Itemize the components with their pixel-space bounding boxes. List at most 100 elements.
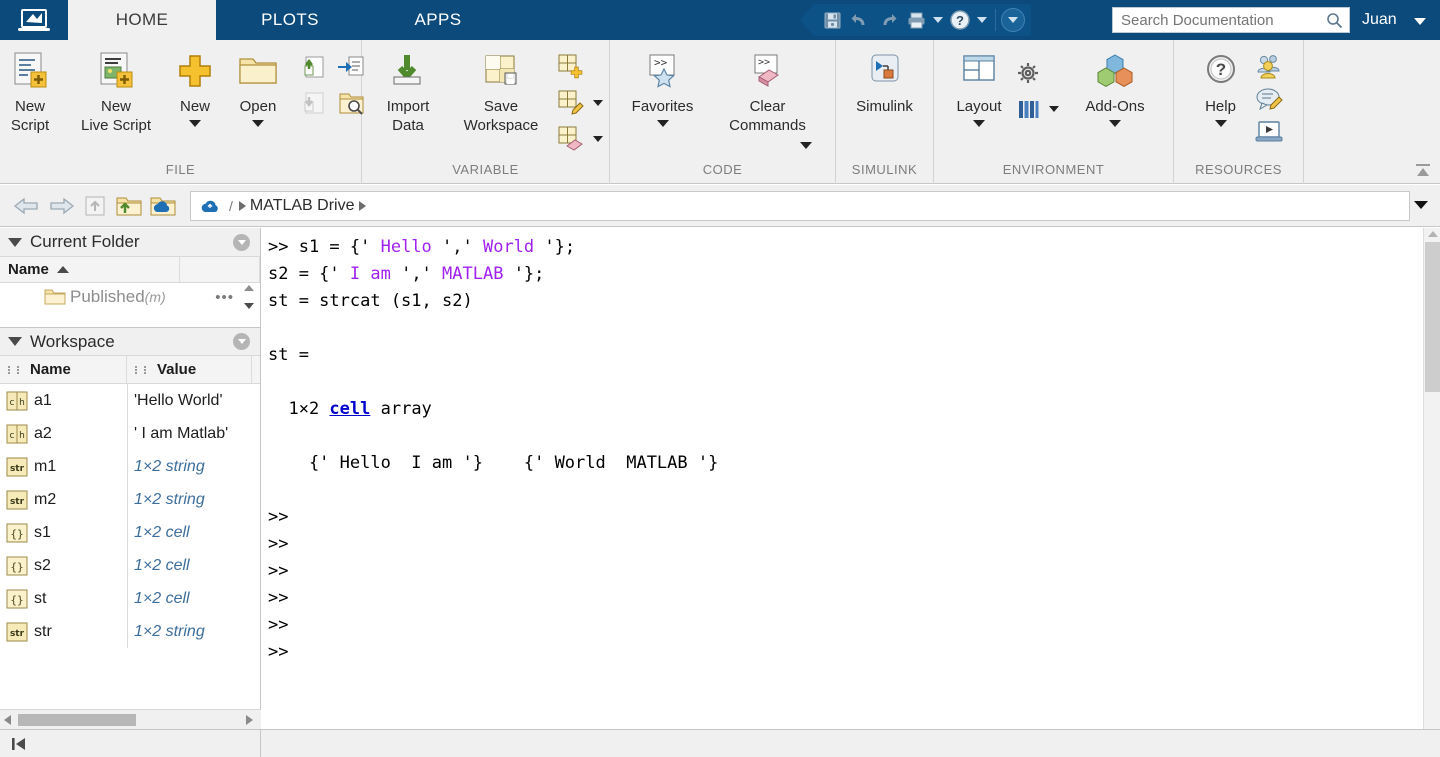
upload-file-icon[interactable] (294, 51, 330, 83)
back-arrow-icon[interactable] (10, 191, 44, 221)
simulink-button[interactable]: Simulink (840, 48, 930, 116)
command-window-vertical-scrollbar[interactable] (1423, 228, 1440, 729)
step-back-icon[interactable] (10, 736, 28, 752)
clear-workspace-icon[interactable] (554, 123, 590, 155)
forward-arrow-icon[interactable] (44, 191, 78, 221)
current-folder-options-icon[interactable] (233, 233, 250, 251)
help-chevron-down-icon[interactable] (1214, 120, 1227, 127)
table-row[interactable]: str m2 1×2 string (0, 483, 260, 516)
preferences-gear-icon[interactable] (1010, 57, 1046, 89)
workspace-column-value[interactable]: Value (127, 355, 252, 384)
table-row[interactable]: {} s1 1×2 cell (0, 516, 260, 549)
sort-ascending-icon[interactable] (56, 266, 69, 273)
favorites-button[interactable]: >> Favorites (618, 48, 708, 127)
workspace-panel-header[interactable]: Workspace (0, 327, 260, 356)
current-folder-column-name[interactable]: Name (0, 256, 180, 283)
open-variable-icon[interactable] (554, 87, 590, 119)
command-window-text[interactable]: >> s1 = {' Hello ',' World '}; s2 = {' I … (268, 234, 1418, 666)
go-up-folder-icon[interactable] (78, 191, 112, 221)
scrollbar-thumb[interactable] (18, 713, 136, 726)
clear-commands-chevron-down-icon[interactable] (800, 142, 812, 149)
more-options-icon[interactable]: ••• (215, 289, 234, 306)
add-ons-chevron-down-icon[interactable] (1109, 120, 1121, 127)
new-live-script-button[interactable]: New Live Script (68, 48, 164, 135)
favorites-chevron-down-icon[interactable] (656, 120, 669, 127)
table-row[interactable]: {} st 1×2 cell (0, 582, 260, 615)
new-variable-icon[interactable] (554, 51, 590, 83)
search-input[interactable] (1121, 11, 1326, 29)
help-icon[interactable]: ? (946, 7, 974, 33)
layout-button[interactable]: Layout (948, 48, 1010, 127)
new-live-script-label-line1: New (100, 98, 131, 115)
search-documentation-box[interactable] (1112, 7, 1350, 33)
current-folder-spinner[interactable] (242, 285, 256, 309)
table-row[interactable]: c h a2 ' I am Matlab' (0, 417, 260, 450)
current-folder-collapse-icon[interactable] (8, 237, 22, 247)
undo-icon[interactable] (846, 7, 874, 33)
table-row[interactable]: str str 1×2 string (0, 615, 260, 648)
breadcrumb-item-matlab-drive[interactable]: MATLAB Drive (250, 197, 355, 215)
community-icon[interactable] (1251, 50, 1287, 82)
open-button[interactable]: Open (226, 48, 290, 127)
scroll-left-icon[interactable] (0, 714, 16, 725)
table-row[interactable]: c h a1 'Hello World' (0, 384, 260, 417)
command-window[interactable]: >> s1 = {' Hello ',' World '}; s2 = {' I … (262, 228, 1440, 729)
set-path-icon[interactable] (1010, 93, 1046, 125)
print-options-caret-icon[interactable] (930, 7, 946, 33)
breadcrumb-root[interactable]: / (227, 198, 235, 214)
user-name-label[interactable]: Juan (1362, 11, 1397, 29)
workspace-column-name[interactable]: Name (0, 355, 127, 384)
learn-matlab-icon[interactable] (1251, 116, 1287, 148)
current-folder-panel-header[interactable]: Current Folder (0, 228, 260, 257)
scroll-right-icon[interactable] (241, 714, 257, 725)
new-script-label-line2: Script (10, 117, 50, 134)
code-text: >> s1 = {' (268, 237, 371, 257)
scroll-up-icon[interactable] (1428, 231, 1438, 237)
save-icon[interactable] (818, 7, 846, 33)
workspace-collapse-icon[interactable] (8, 337, 22, 346)
open-chevron-down-icon[interactable] (252, 120, 264, 127)
spinner-up-icon[interactable] (244, 285, 254, 291)
clear-workspace-chevron-down-icon[interactable] (593, 135, 603, 142)
layout-chevron-down-icon[interactable] (973, 120, 985, 127)
scrollbar-thumb-vertical[interactable] (1425, 242, 1440, 392)
tab-plots[interactable]: PLOTS (216, 0, 364, 40)
help-options-caret-icon[interactable] (974, 7, 990, 33)
svg-text:{}: {} (10, 560, 23, 573)
browse-folder-icon[interactable] (112, 191, 146, 221)
status-bar-left (0, 729, 261, 757)
breadcrumb[interactable]: / MATLAB Drive (190, 190, 1410, 221)
table-row[interactable]: {} s2 1×2 cell (0, 549, 260, 582)
tab-home[interactable]: HOME (68, 0, 216, 40)
svg-text:>>: >> (758, 57, 770, 68)
redo-icon[interactable] (874, 7, 902, 33)
breadcrumb-chevron-right-icon-0[interactable] (238, 200, 246, 211)
address-bar-chevron-down-icon[interactable] (1414, 201, 1428, 209)
list-item[interactable]: Published (m) ••• (0, 283, 260, 311)
cell-doc-link[interactable]: cell (329, 399, 370, 419)
matlab-drive-folder-icon[interactable] (146, 191, 180, 221)
add-ons-button[interactable]: Add-Ons (1071, 48, 1159, 127)
tab-apps[interactable]: APPS (364, 0, 512, 40)
new-script-button[interactable]: New Script (0, 48, 68, 135)
request-support-icon[interactable] (1251, 83, 1287, 115)
matlab-logo-icon[interactable] (0, 0, 68, 40)
clear-commands-button[interactable]: >> Clear Commands (708, 48, 828, 149)
save-workspace-button[interactable]: Save Workspace (448, 48, 554, 135)
import-data-button[interactable]: Import Data (368, 48, 448, 135)
table-row[interactable]: str m1 1×2 string (0, 450, 260, 483)
spinner-down-icon[interactable] (244, 303, 254, 309)
open-variable-chevron-down-icon[interactable] (593, 99, 603, 106)
workspace-horizontal-scrollbar[interactable] (0, 709, 261, 729)
new-button[interactable]: New (164, 48, 226, 127)
workspace-options-icon[interactable] (233, 333, 250, 350)
user-menu-chevron-down-icon[interactable] (1414, 18, 1426, 25)
ribbon-collapse-icon[interactable] (1412, 161, 1434, 179)
breadcrumb-chevron-right-icon-1[interactable] (358, 200, 366, 211)
print-icon[interactable] (902, 7, 930, 33)
quick-access-overflow-icon[interactable] (1001, 8, 1025, 32)
help-button[interactable]: ? Help (1191, 48, 1251, 127)
download-file-icon[interactable] (294, 87, 330, 119)
new-chevron-down-icon[interactable] (189, 120, 201, 127)
set-path-chevron-down-icon[interactable] (1049, 105, 1059, 112)
